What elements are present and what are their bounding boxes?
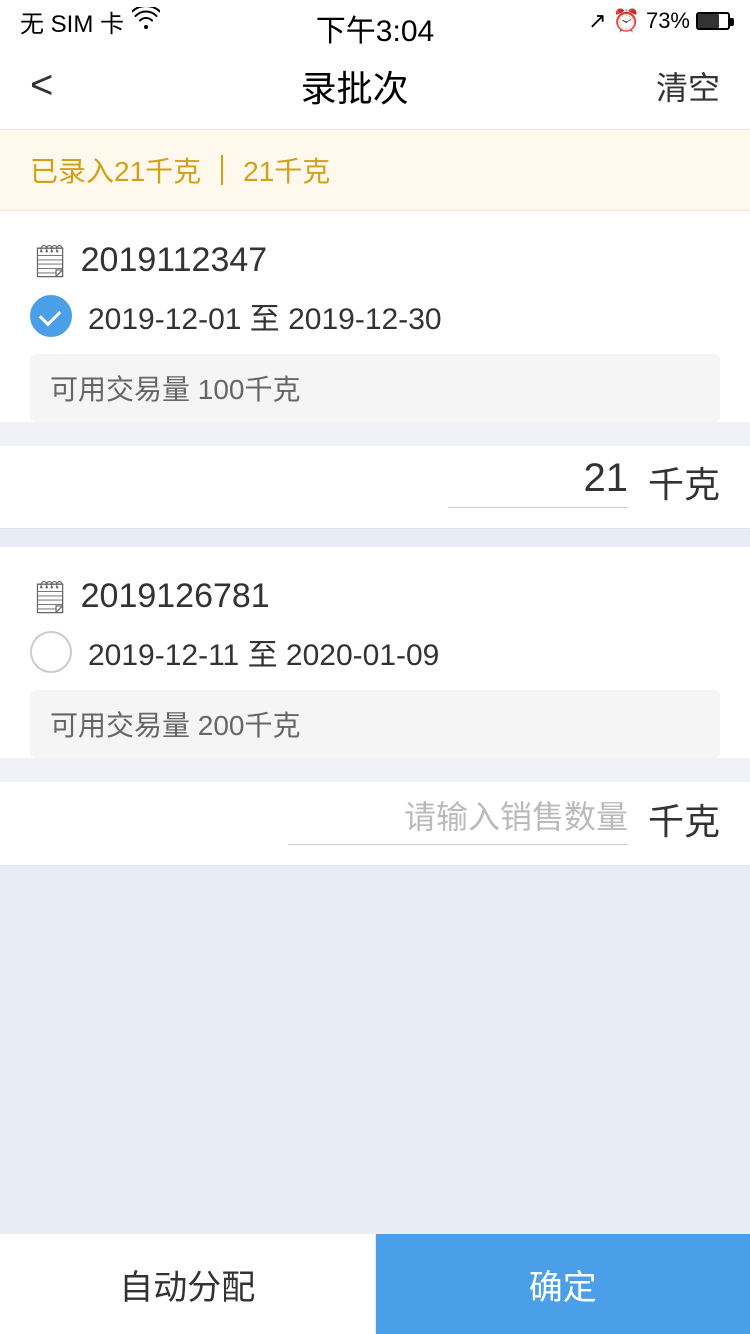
radio-btn-1[interactable]	[30, 295, 72, 337]
batch-header-2: 🗒 2019126781	[30, 577, 720, 616]
summary-banner: 已录入21千克 21千克	[0, 130, 750, 211]
no-sim-text: 无 SIM 卡	[20, 4, 124, 39]
qty-underline-1: 21	[368, 456, 628, 508]
confirm-button[interactable]: 确定	[376, 1234, 750, 1334]
batch-card-2: 🗒 2019126781 2019-12-11 至 2020-01-09 可用交…	[0, 547, 750, 758]
available-qty-2: 可用交易量 200千克	[30, 690, 720, 758]
wifi-icon	[132, 7, 160, 36]
batch-id-icon-1: 🗒	[30, 242, 71, 280]
available-qty-1: 可用交易量 100千克	[30, 354, 720, 422]
recorded-label: 已录入21千克	[30, 150, 201, 190]
status-time: 下午3:04	[316, 6, 434, 50]
batch-id-1: 2019112347	[81, 241, 268, 280]
qty-row-2[interactable]: 请输入销售数量 千克	[0, 782, 750, 866]
qty-unit-2: 千克	[648, 793, 720, 845]
radio-btn-2[interactable]	[30, 631, 72, 673]
qty-row-1[interactable]: 21 千克	[0, 446, 750, 529]
batch-id-2: 2019126781	[81, 577, 270, 616]
location-icon: ↗	[588, 8, 606, 34]
batch-date-1: 2019-12-01 至 2019-12-30	[88, 294, 442, 338]
battery-text: 73%	[646, 8, 690, 34]
summary-value: 21千克	[243, 150, 330, 190]
page-title: 录批次	[301, 60, 409, 112]
status-left: 无 SIM 卡	[20, 4, 160, 39]
batch-date-2: 2019-12-11 至 2020-01-09	[88, 630, 439, 674]
qty-placeholder-container: 请输入销售数量	[288, 792, 628, 845]
batch-date-row-1: 2019-12-01 至 2019-12-30	[30, 294, 720, 338]
qty-placeholder-underline	[288, 844, 628, 845]
batch-date-row-2: 2019-12-11 至 2020-01-09	[30, 630, 720, 674]
batch-id-icon-2: 🗒	[30, 578, 71, 616]
batch-header-1: 🗒 2019112347	[30, 241, 720, 280]
battery-icon	[696, 12, 730, 30]
bottom-bar: 自动分配 确定	[0, 1234, 750, 1334]
auto-distribute-button[interactable]: 自动分配	[0, 1234, 376, 1334]
qty-underline-line-1	[448, 507, 628, 508]
qty-value-1: 21	[583, 456, 628, 501]
clear-button[interactable]: 清空	[656, 63, 720, 109]
nav-bar: < 录批次 清空	[0, 42, 750, 130]
alarm-icon: ⏰	[613, 8, 640, 34]
status-right: ↗ ⏰ 73%	[588, 8, 730, 34]
qty-placeholder-text: 请输入销售数量	[404, 792, 628, 838]
section-separator	[0, 529, 750, 547]
qty-unit-1: 千克	[648, 456, 720, 508]
back-button[interactable]: <	[30, 63, 53, 108]
batch-card-1: 🗒 2019112347 2019-12-01 至 2019-12-30 可用交…	[0, 211, 750, 422]
status-bar: 无 SIM 卡 下午3:04 ↗ ⏰ 73%	[0, 0, 750, 42]
summary-divider	[221, 155, 223, 185]
